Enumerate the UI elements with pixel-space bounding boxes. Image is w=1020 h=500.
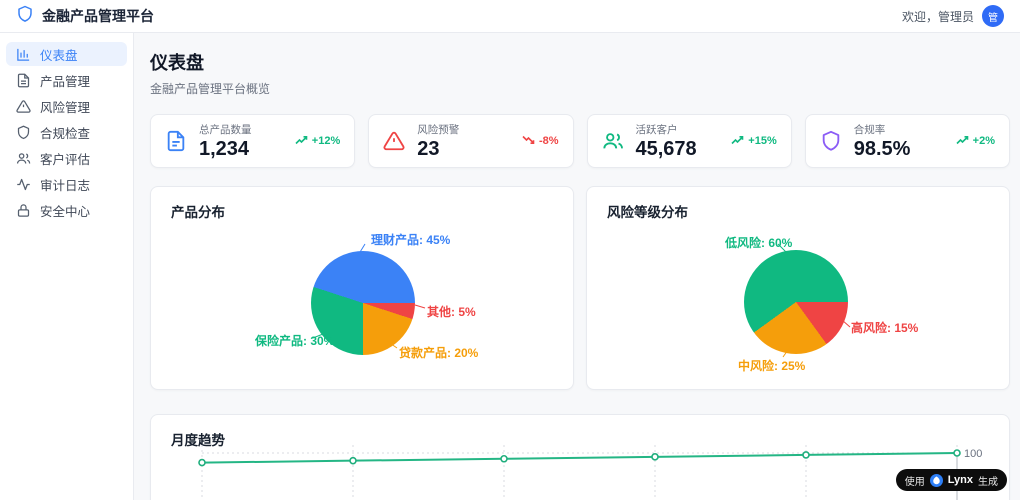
pie-slice-label: 贷款产品: 20% <box>399 346 479 360</box>
stat-label: 合规率 <box>853 124 886 136</box>
main-content: 仪表盘 金融产品管理平台概览 总产品数量 1,234 +12% 风险预警 23 … <box>134 33 1020 500</box>
risk-level-distribution-card: 风险等级分布 低风险: 60% 高风险: 15% 中风险: 25% <box>586 186 1010 390</box>
bar-chart-icon <box>16 47 31 62</box>
charts-row: 产品分布 理财产品: 45% 其他: 5% 保险产品: 30% 贷款产品: 20… <box>150 186 1010 390</box>
pie-slice-label: 理财产品: 45% <box>371 233 451 247</box>
sidebar-item-customers[interactable]: 客户评估 <box>6 146 127 170</box>
sidebar-item-audit[interactable]: 审计日志 <box>6 172 127 196</box>
sidebar-item-label: 客户评估 <box>40 152 91 167</box>
trending-up-icon <box>956 135 969 148</box>
sidebar-item-label: 安全中心 <box>40 204 91 219</box>
sidebar-item-label: 产品管理 <box>40 74 91 89</box>
alert-triangle-icon <box>16 99 31 114</box>
sidebar-item-label: 仪表盘 <box>40 48 78 63</box>
pie-slice-label: 保险产品: 30% <box>255 334 335 348</box>
stat-trend: -8% <box>522 135 559 148</box>
stat-card-risk-alerts: 风险预警 23 -8% <box>368 114 574 168</box>
badge-suffix: 生成 <box>978 476 998 488</box>
app-header: 金融产品管理平台 欢迎，管理员 管 <box>0 0 1020 33</box>
pie-slice-label: 低风险: 60% <box>725 236 793 250</box>
badge-prefix: 使用 <box>904 476 925 488</box>
users-icon <box>602 130 624 152</box>
stat-label: 总产品数量 <box>199 124 252 136</box>
lynx-badge[interactable]: 使用 Lynx 生成 <box>895 469 1007 491</box>
avatar[interactable]: 管 <box>982 5 1004 27</box>
page-subtitle: 金融产品管理平台概览 <box>150 82 271 96</box>
stats-row: 总产品数量 1,234 +12% 风险预警 23 -8% 活跃客户 45,678… <box>150 114 1010 168</box>
sidebar-item-label: 审计日志 <box>40 178 91 193</box>
page-title: 仪表盘 <box>150 53 204 73</box>
lynx-logo-icon <box>929 473 943 487</box>
sidebar-item-security[interactable]: 安全中心 <box>6 198 127 222</box>
chart-title: 风险等级分布 <box>607 205 688 220</box>
stat-value: 98.5% <box>853 138 911 160</box>
shield-logo-icon <box>16 5 34 28</box>
trending-down-icon <box>522 135 535 148</box>
stat-card-total-products: 总产品数量 1,234 +12% <box>150 114 356 168</box>
app-title: 金融产品管理平台 <box>42 8 154 24</box>
brand: 金融产品管理平台 <box>16 5 154 28</box>
badge-brand: Lynx <box>947 474 973 486</box>
svg-text:100: 100 <box>964 448 982 460</box>
stat-trend: +12% <box>295 135 340 148</box>
sidebar-item-products[interactable]: 产品管理 <box>6 68 127 92</box>
sidebar-item-risk[interactable]: 风险管理 <box>6 94 127 118</box>
pie-slice-label: 中风险: 25% <box>738 359 806 373</box>
document-icon <box>16 73 31 88</box>
sidebar-item-label: 合规检查 <box>40 126 91 141</box>
stat-label: 风险预警 <box>417 124 460 136</box>
risk-level-pie[interactable] <box>744 250 848 354</box>
stat-value: 1,234 <box>199 138 250 160</box>
pie-slice-label: 高风险: 15% <box>851 321 919 335</box>
document-icon <box>165 130 187 152</box>
stat-label: 活跃客户 <box>635 124 678 136</box>
shield-icon <box>16 125 31 140</box>
trending-up-icon <box>295 135 308 148</box>
sidebar: 仪表盘 产品管理 风险管理 合规检查 客户评估 审计日志 安全中心 <box>0 33 134 500</box>
sidebar-item-dashboard[interactable]: 仪表盘 <box>6 42 127 66</box>
stat-value: 23 <box>417 138 440 160</box>
shield-icon <box>820 130 842 152</box>
pie-slice-label: 其他: 5% <box>427 305 476 319</box>
sidebar-item-compliance[interactable]: 合规检查 <box>6 120 127 144</box>
lock-icon <box>16 203 31 218</box>
users-icon <box>16 151 31 166</box>
sidebar-item-label: 风险管理 <box>40 100 91 115</box>
stat-card-compliance-rate: 合规率 98.5% +2% <box>804 114 1010 168</box>
product-distribution-card: 产品分布 理财产品: 45% 其他: 5% 保险产品: 30% 贷款产品: 20… <box>150 186 574 390</box>
stat-trend: +2% <box>956 135 995 148</box>
stat-card-active-customers: 活跃客户 45,678 +15% <box>586 114 792 168</box>
activity-icon <box>16 177 31 192</box>
alert-triangle-icon <box>383 130 405 152</box>
trending-up-icon <box>731 135 744 148</box>
stat-trend: +15% <box>731 135 777 148</box>
welcome-text: 欢迎，管理员 <box>901 9 974 24</box>
monthly-trend-card: 月度趋势 100 <box>150 414 1010 500</box>
monthly-trend-chart[interactable]: 100 <box>151 415 1011 500</box>
stat-value: 45,678 <box>635 138 697 160</box>
chart-title: 产品分布 <box>171 205 225 220</box>
